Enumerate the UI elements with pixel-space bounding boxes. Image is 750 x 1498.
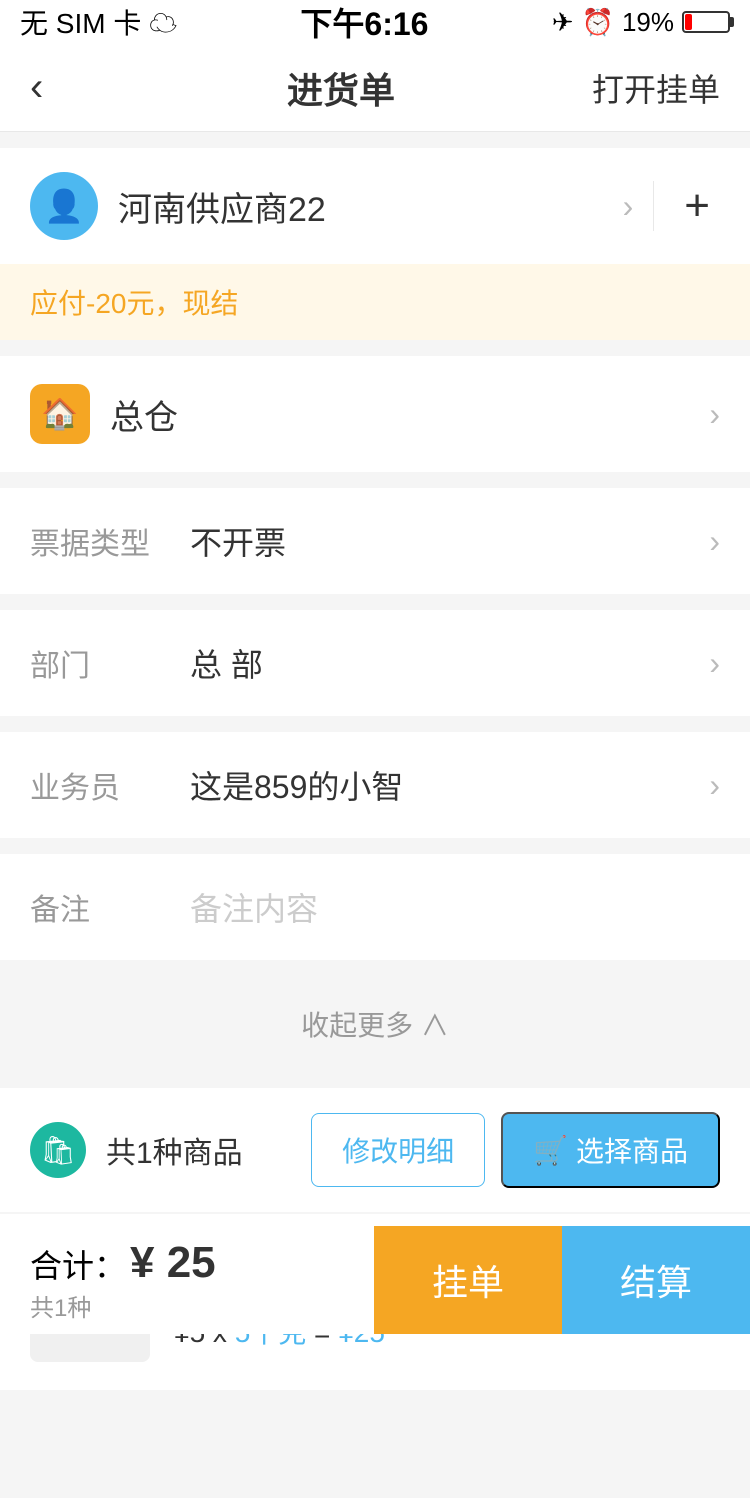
remark-label: 备注 (30, 885, 190, 929)
total-count: 共1种 (30, 1288, 344, 1323)
warehouse-icon: 🏠 (30, 384, 90, 444)
supplier-row[interactable]: 👤 河南供应商22 › + (0, 148, 750, 264)
person-icon: 👤 (44, 187, 84, 225)
total-section: 合计： ¥ 25 共1种 (0, 1238, 374, 1323)
chevron-right-icon: › (709, 396, 720, 433)
warehouse-row[interactable]: 🏠 总仓 › (0, 356, 750, 472)
checkout-button[interactable]: 结算 (562, 1226, 750, 1334)
select-product-button[interactable]: 🛒 选择商品 (501, 1112, 720, 1188)
cart-icon: 🛒 (533, 1134, 568, 1167)
add-supplier-button[interactable]: + (674, 181, 720, 231)
page-title: 进货单 (287, 62, 395, 114)
supplier-avatar: 👤 (30, 172, 98, 240)
warehouse-section: 🏠 总仓 › (0, 356, 750, 472)
status-bar: 无 SIM 卡 ☁ 下午6:16 ✈ ⏰ 19% (0, 0, 750, 44)
invoice-value: 不开票 (190, 518, 709, 564)
products-count: 共1种商品 (106, 1128, 311, 1172)
products-icon: 🛍 (30, 1122, 86, 1178)
chevron-right-icon: › (709, 523, 720, 560)
edit-detail-button[interactable]: 修改明细 (311, 1113, 485, 1187)
department-value: 总 部 (190, 640, 709, 686)
products-header: 🛍 共1种商品 修改明细 🛒 选择商品 (0, 1088, 750, 1212)
battery-icon (682, 11, 730, 33)
department-row[interactable]: 部门 总 部 › (0, 610, 750, 716)
salesperson-value: 这是859的小智 (190, 762, 709, 808)
chevron-right-icon: › (709, 767, 720, 804)
suspend-button[interactable]: 挂单 (374, 1226, 562, 1334)
salesperson-label: 业务员 (30, 763, 190, 807)
status-right: ✈ ⏰ 19% (552, 7, 730, 38)
chevron-right-icon: › (709, 645, 720, 682)
back-button[interactable]: ‹ (30, 65, 90, 110)
battery-percent: 19% (622, 7, 674, 38)
warehouse-name: 总仓 (110, 390, 709, 439)
remark-input[interactable]: 备注内容 (190, 884, 720, 930)
department-section: 部门 总 部 › (0, 610, 750, 716)
remark-section: 备注 备注内容 (0, 854, 750, 960)
invoice-label: 票据类型 (30, 519, 190, 563)
salesperson-section: 业务员 这是859的小智 › (0, 732, 750, 838)
status-time: 下午6:16 (300, 0, 428, 45)
bottom-bar: 合计： ¥ 25 共1种 挂单 结算 (0, 1226, 750, 1334)
warning-banner: 应付-20元，现结 (0, 264, 750, 340)
open-pending-button[interactable]: 打开挂单 (592, 65, 720, 111)
location-icon: ✈ (552, 7, 574, 38)
salesperson-row[interactable]: 业务员 这是859的小智 › (0, 732, 750, 838)
invoice-row[interactable]: 票据类型 不开票 › (0, 488, 750, 594)
supplier-name: 河南供应商22 (118, 182, 623, 231)
invoice-section: 票据类型 不开票 › (0, 488, 750, 594)
remark-row[interactable]: 备注 备注内容 (0, 854, 750, 960)
department-label: 部门 (30, 641, 190, 685)
sim-signal: 无 SIM 卡 ☁ (20, 2, 177, 42)
alarm-icon: ⏰ (582, 7, 614, 38)
nav-bar: ‹ 进货单 打开挂单 (0, 44, 750, 132)
status-left: 无 SIM 卡 ☁ (20, 2, 177, 42)
shopping-icon: 🛍 (40, 1134, 76, 1167)
vertical-divider (653, 181, 654, 231)
total-label: 合计： (30, 1241, 126, 1287)
supplier-section: 👤 河南供应商22 › + 应付-20元，现结 (0, 148, 750, 340)
collapse-more-button[interactable]: 收起更多 ∧ (0, 976, 750, 1072)
chevron-right-icon: › (623, 188, 634, 225)
total-amount: ¥ 25 (130, 1238, 216, 1288)
